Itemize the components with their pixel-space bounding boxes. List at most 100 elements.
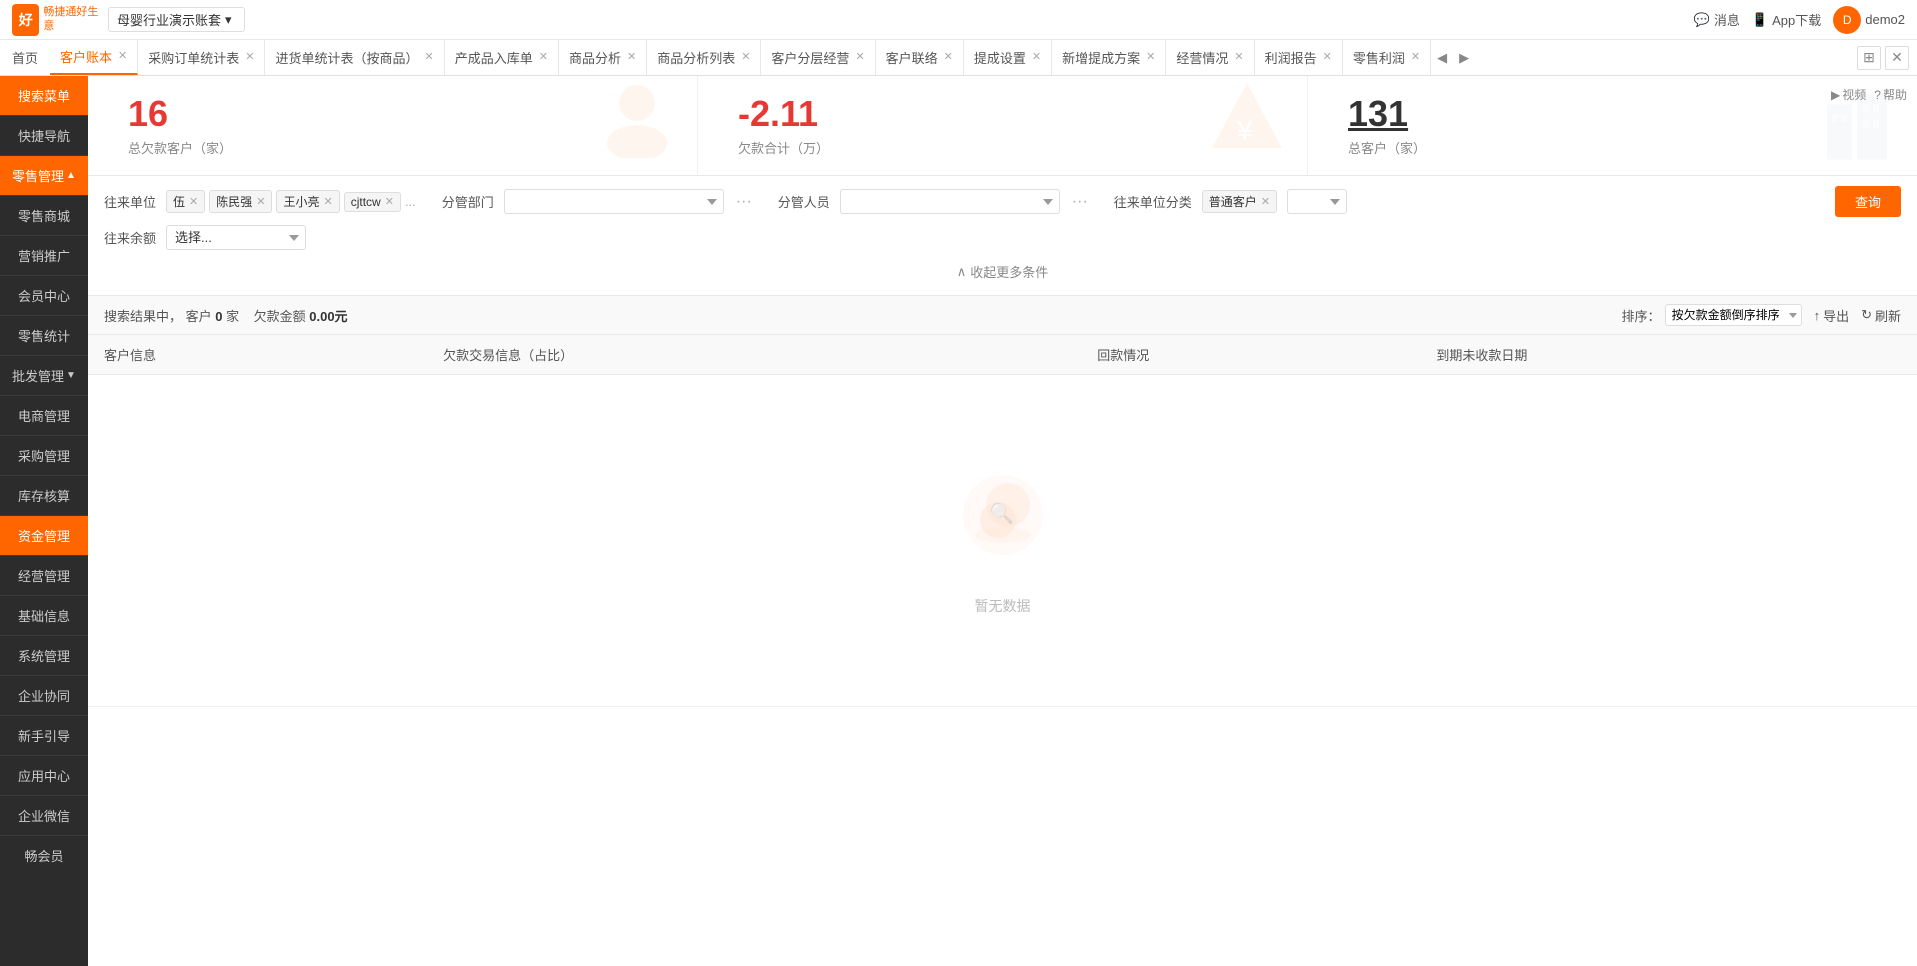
sort-area: 排序： 按欠款金额倒序排序	[1622, 304, 1802, 326]
person-filter-more[interactable]: ···	[1072, 193, 1088, 211]
close-icon[interactable]: ✕	[1032, 52, 1041, 63]
nav-controls: ⊞ ✕	[1857, 46, 1917, 70]
result-bar: 搜索结果中， 客户 0 家 欠款金额 0.00元 排序： 按欠款金额倒序排序 ↑…	[88, 296, 1917, 335]
sidebar-item-system[interactable]: 系统管理	[0, 635, 88, 675]
close-icon[interactable]: ✕	[741, 52, 750, 63]
refresh-label: 刷新	[1875, 306, 1901, 325]
sidebar-item-cooperation[interactable]: 企业协同	[0, 675, 88, 715]
col-payment-status: 回款情况	[1081, 335, 1420, 375]
empty-row: 🔍 暂无数据	[88, 375, 1917, 707]
more-tags-btn[interactable]: ...	[405, 194, 416, 209]
logo-text: 畅捷通好生意	[43, 6, 100, 32]
tab-customer-ledger[interactable]: 客户账本 ✕	[50, 40, 138, 75]
expand-icon: ▼	[66, 370, 76, 381]
person-filter-select[interactable]	[840, 189, 1060, 214]
sidebar-item-guide[interactable]: 新手引导	[0, 715, 88, 755]
tag-close-chen[interactable]: ✕	[256, 195, 265, 208]
close-icon[interactable]: ✕	[118, 51, 127, 62]
refresh-btn[interactable]: ↻ 刷新	[1861, 306, 1901, 325]
category-filter-select[interactable]	[1287, 189, 1347, 214]
tab-customer-contact[interactable]: 客户联络 ✕	[876, 40, 964, 75]
tab-product-analysis-list[interactable]: 商品分析列表 ✕	[647, 40, 761, 75]
close-icon[interactable]: ✕	[944, 52, 953, 63]
sidebar-item-retail-stats[interactable]: 零售统计	[0, 315, 88, 355]
tab-label: 采购订单统计表	[148, 48, 239, 67]
stat-customer-count-label: 总欠款客户（家）	[128, 138, 657, 157]
sidebar-item-quick-nav[interactable]: 快捷导航	[0, 115, 88, 155]
sidebar-item-retail[interactable]: 零售管理 ▲	[0, 155, 88, 195]
tab-product-analysis[interactable]: 商品分析 ✕	[559, 40, 647, 75]
tab-operations[interactable]: 经营情况 ✕	[1166, 40, 1254, 75]
tab-profit-report[interactable]: 利润报告 ✕	[1255, 40, 1343, 75]
sidebar-item-member2[interactable]: 畅会员	[0, 835, 88, 875]
tab-home[interactable]: 首页	[0, 40, 50, 75]
col-customer-info: 客户信息	[88, 335, 427, 375]
tab-purchase-order-stats[interactable]: 采购订单统计表 ✕	[138, 40, 265, 75]
sidebar-item-app-center[interactable]: 应用中心	[0, 755, 88, 795]
tag-close-cjttcw[interactable]: ✕	[385, 195, 394, 208]
sidebar-item-basic-info[interactable]: 基础信息	[0, 595, 88, 635]
tab-label: 利润报告	[1265, 48, 1317, 67]
export-btn[interactable]: ↑ 导出	[1814, 306, 1850, 325]
close-icon[interactable]: ✕	[1411, 52, 1420, 63]
credit-filter-select[interactable]: 选择...	[166, 225, 306, 250]
tab-commission-setting[interactable]: 提成设置 ✕	[964, 40, 1052, 75]
col-due-date: 到期未收款日期	[1420, 335, 1917, 375]
sidebar-item-search[interactable]: 搜索菜单	[0, 76, 88, 115]
tab-label: 进货单统计表（按商品）	[275, 48, 418, 67]
close-icon[interactable]: ✕	[627, 52, 636, 63]
user-area[interactable]: D demo2	[1833, 6, 1905, 34]
tag-close-wang[interactable]: ✕	[324, 195, 333, 208]
no-data-icon: 🔍	[953, 465, 1053, 565]
dept-filter-more[interactable]: ···	[736, 193, 752, 211]
tag-close-normal[interactable]: ✕	[1261, 195, 1270, 208]
filter-tag-chen: 陈民强 ✕	[209, 190, 272, 213]
tab-scroll-right[interactable]: ▶	[1453, 40, 1475, 75]
tab-new-commission-plan[interactable]: 新增提成方案 ✕	[1052, 40, 1166, 75]
app-center-label: 应用中心	[18, 769, 70, 784]
guide-label: 新手引导	[18, 729, 70, 744]
close-icon[interactable]: ✕	[1146, 52, 1155, 63]
quick-nav-label: 快捷导航	[18, 129, 70, 144]
sidebar-item-member[interactable]: 会员中心	[0, 275, 88, 315]
close-icon[interactable]: ✕	[1323, 52, 1332, 63]
tab-scroll-left[interactable]: ◀	[1431, 40, 1453, 75]
account-selector[interactable]: 母婴行业演示账套 ▾	[108, 7, 245, 32]
stat-help-area: ▶ 视频 ? 帮助	[1831, 86, 1907, 103]
restore-icon[interactable]: ⊞	[1857, 46, 1881, 70]
collapse-filter-btn[interactable]: ∧ 收起更多条件	[104, 258, 1901, 285]
empty-state-cell: 🔍 暂无数据	[88, 375, 1917, 707]
sidebar-item-retail-mall[interactable]: 零售商城	[0, 195, 88, 235]
help-btn[interactable]: ? 帮助	[1874, 86, 1907, 103]
sort-select[interactable]: 按欠款金额倒序排序	[1665, 304, 1802, 326]
tag-close-wu[interactable]: ✕	[189, 195, 198, 208]
close-icon[interactable]: ✕	[245, 52, 254, 63]
sidebar-item-operations[interactable]: 经营管理	[0, 555, 88, 595]
tab-customer-tier[interactable]: 客户分层经营 ✕	[761, 40, 875, 75]
close-icon[interactable]: ✕	[855, 52, 864, 63]
tab-purchase-stats-by-product[interactable]: 进货单统计表（按商品） ✕	[265, 40, 444, 75]
sidebar-item-inventory[interactable]: 库存核算	[0, 475, 88, 515]
sidebar-item-marketing[interactable]: 营销推广	[0, 235, 88, 275]
tab-production-entry[interactable]: 产成品入库单 ✕	[445, 40, 559, 75]
message-label: 消息	[1714, 10, 1740, 29]
close-icon[interactable]: ✕	[425, 52, 434, 63]
sidebar-item-finance[interactable]: 资金管理	[0, 515, 88, 555]
app-download-btn[interactable]: 📱 App下载	[1752, 10, 1821, 29]
sidebar-item-wechat[interactable]: 企业微信	[0, 795, 88, 835]
sidebar: 搜索菜单 快捷导航 零售管理 ▲ 零售商城 营销推广 会员中心 零售统计 批发管…	[0, 76, 88, 966]
close-icon[interactable]: ✕	[539, 52, 548, 63]
message-btn[interactable]: 💬 消息	[1694, 10, 1740, 29]
video-help-btn[interactable]: ▶ 视频	[1831, 86, 1866, 103]
query-button[interactable]: 查询	[1835, 186, 1901, 217]
expand-icon: ▲	[66, 170, 76, 181]
close-icon[interactable]: ✕	[1234, 52, 1243, 63]
close-all-icon[interactable]: ✕	[1885, 46, 1909, 70]
table-header-row: 客户信息 欠款交易信息（占比） 回款情况 到期未收款日期	[88, 335, 1917, 375]
dept-filter-select[interactable]	[504, 189, 724, 214]
sidebar-item-wholesale[interactable]: 批发管理 ▼	[0, 355, 88, 395]
sidebar-item-ecommerce[interactable]: 电商管理	[0, 395, 88, 435]
tab-retail-profit[interactable]: 零售利润 ✕	[1343, 40, 1431, 75]
sidebar-item-purchase[interactable]: 采购管理	[0, 435, 88, 475]
filter-row-1: 往来单位 伍 ✕ 陈民强 ✕ 王小亮 ✕ cjttcw	[104, 186, 1901, 217]
